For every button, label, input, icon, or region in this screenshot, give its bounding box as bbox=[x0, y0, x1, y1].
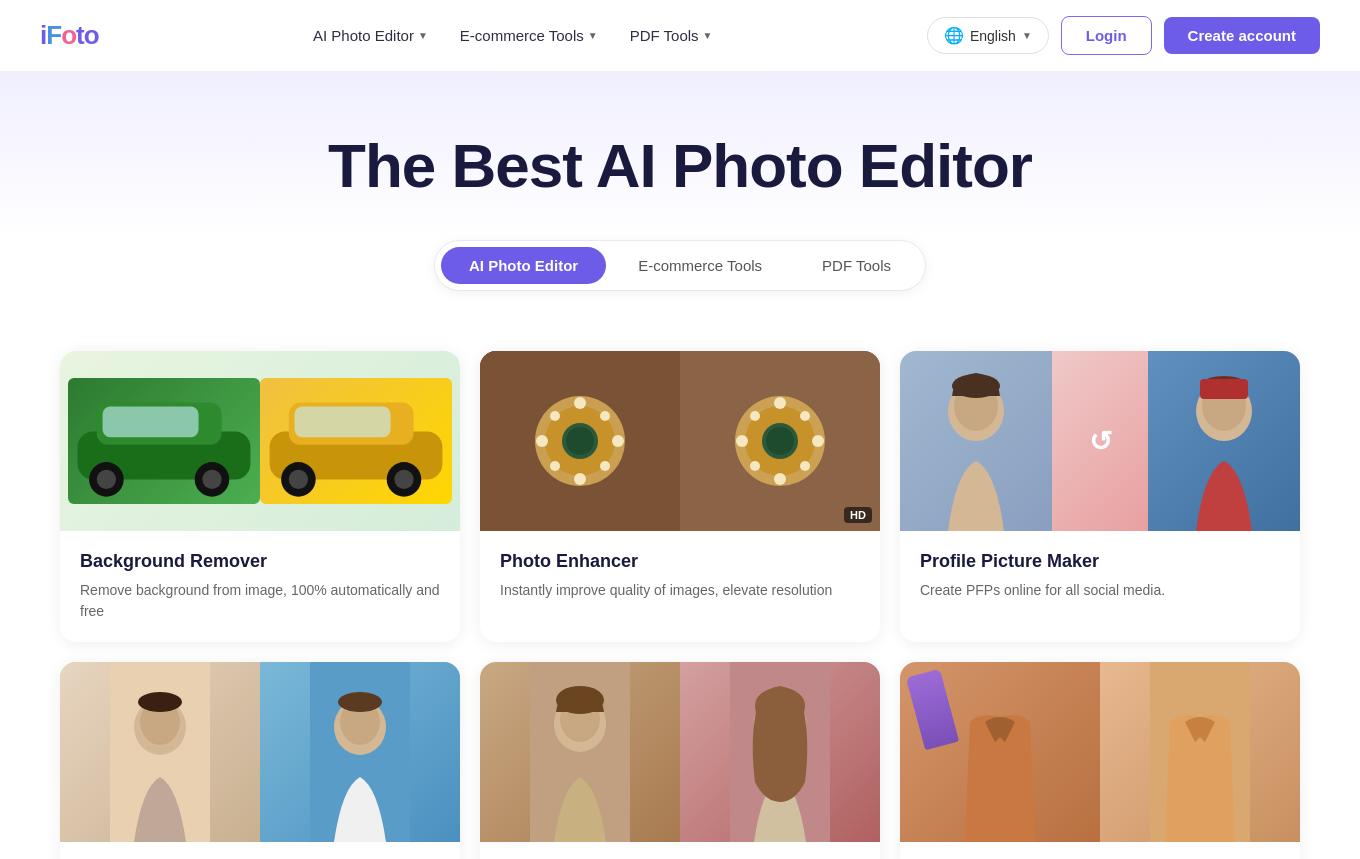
chevron-down-icon: ▼ bbox=[703, 30, 713, 41]
card-image-passport bbox=[60, 662, 460, 842]
svg-point-12 bbox=[394, 470, 413, 489]
cleanup-right bbox=[1100, 662, 1300, 842]
profile-left-panel bbox=[900, 351, 1052, 531]
hd-badge: HD bbox=[844, 507, 872, 523]
card-image-profile-picture: ↺ bbox=[900, 351, 1300, 531]
svg-point-21 bbox=[574, 473, 586, 485]
svg-point-20 bbox=[574, 397, 586, 409]
card-cleanup-pictures[interactable]: Cleanup Pictures Remove unwanted objects… bbox=[900, 662, 1300, 859]
car-right-panel bbox=[260, 378, 452, 504]
passport-image bbox=[60, 662, 460, 842]
chevron-down-icon: ▼ bbox=[418, 30, 428, 41]
svg-point-23 bbox=[612, 435, 624, 447]
nav-link-label: E-commerce Tools bbox=[460, 27, 584, 44]
svg-point-39 bbox=[800, 461, 810, 471]
hero-title: The Best AI Photo Editor bbox=[40, 132, 1320, 200]
svg-point-24 bbox=[550, 411, 560, 421]
logo[interactable]: iFoto bbox=[40, 20, 99, 51]
svg-point-34 bbox=[736, 435, 748, 447]
card-title: Photo Enhancer bbox=[500, 551, 860, 572]
globe-icon: 🌐 bbox=[944, 26, 964, 45]
passport-right bbox=[260, 662, 460, 842]
svg-point-25 bbox=[600, 411, 610, 421]
refresh-icon: ↺ bbox=[1089, 425, 1112, 458]
hairstyle-right bbox=[680, 662, 880, 842]
svg-point-33 bbox=[774, 473, 786, 485]
cleanup-image bbox=[900, 662, 1300, 842]
nav-link-ecommerce-tools[interactable]: E-commerce Tools ▼ bbox=[446, 19, 612, 52]
card-title: Profile Picture Maker bbox=[920, 551, 1280, 572]
cleanup-left bbox=[900, 662, 1100, 842]
card-title: Background Remover bbox=[80, 551, 440, 572]
card-desc: Create PFPs online for all social media. bbox=[920, 580, 1280, 601]
login-button[interactable]: Login bbox=[1061, 16, 1152, 55]
nav-actions: 🌐 English ▼ Login Create account bbox=[927, 16, 1320, 55]
navbar: iFoto AI Photo Editor ▼ E-commerce Tools… bbox=[0, 0, 1360, 72]
card-desc: Remove background from image, 100% autom… bbox=[80, 580, 440, 622]
create-account-button[interactable]: Create account bbox=[1164, 17, 1320, 54]
hero-section: The Best AI Photo Editor AI Photo Editor… bbox=[0, 72, 1360, 351]
nav-link-label: AI Photo Editor bbox=[313, 27, 414, 44]
chevron-down-icon: ▼ bbox=[1022, 30, 1032, 41]
svg-point-38 bbox=[750, 461, 760, 471]
card-desc: Instantly improve quality of images, ele… bbox=[500, 580, 860, 601]
language-selector[interactable]: 🌐 English ▼ bbox=[927, 17, 1049, 54]
category-tabs: AI Photo Editor E-commerce Tools PDF Too… bbox=[434, 240, 926, 291]
svg-point-19 bbox=[566, 427, 594, 455]
tabs-container: AI Photo Editor E-commerce Tools PDF Too… bbox=[40, 240, 1320, 291]
language-label: English bbox=[970, 28, 1016, 44]
card-image-cleanup bbox=[900, 662, 1300, 842]
svg-point-31 bbox=[766, 427, 794, 455]
nav-link-pdf-tools[interactable]: PDF Tools ▼ bbox=[616, 19, 727, 52]
car-left-panel bbox=[68, 378, 260, 504]
tab-pdf-tools[interactable]: PDF Tools bbox=[794, 247, 919, 284]
card-body-photo-enhancer: Photo Enhancer Instantly improve quality… bbox=[480, 531, 880, 621]
passport-left bbox=[60, 662, 260, 842]
card-body-profile-picture-maker: Profile Picture Maker Create PFPs online… bbox=[900, 531, 1300, 621]
card-passport-photo-maker[interactable]: Passport Photo Maker Make passport photo… bbox=[60, 662, 460, 859]
svg-point-27 bbox=[600, 461, 610, 471]
card-image-photo-enhancer: HD bbox=[480, 351, 880, 531]
svg-rect-13 bbox=[295, 407, 391, 438]
svg-point-10 bbox=[289, 470, 308, 489]
card-ai-hairstyle[interactable]: AI Hairstyle Try different hairstyles vi… bbox=[480, 662, 880, 859]
nav-link-label: PDF Tools bbox=[630, 27, 699, 44]
profile-center-panel: ↺ bbox=[1052, 351, 1148, 531]
nav-link-ai-photo-editor[interactable]: AI Photo Editor ▼ bbox=[299, 19, 442, 52]
card-photo-enhancer[interactable]: HD Photo Enhancer Instantly improve qual… bbox=[480, 351, 880, 642]
tab-ai-photo-editor[interactable]: AI Photo Editor bbox=[441, 247, 606, 284]
svg-point-54 bbox=[338, 692, 382, 712]
profile-right-panel bbox=[1148, 351, 1300, 531]
cards-grid: Background Remover Remove background fro… bbox=[60, 351, 1300, 859]
chevron-down-icon: ▼ bbox=[588, 30, 598, 41]
svg-point-37 bbox=[800, 411, 810, 421]
card-body-cleanup-pictures: Cleanup Pictures Remove unwanted objects… bbox=[900, 842, 1300, 859]
svg-rect-46 bbox=[1200, 379, 1248, 399]
nav-links: AI Photo Editor ▼ E-commerce Tools ▼ PDF… bbox=[299, 19, 726, 52]
card-background-remover[interactable]: Background Remover Remove background fro… bbox=[60, 351, 460, 642]
profile-image: ↺ bbox=[900, 351, 1300, 531]
tab-ecommerce-tools[interactable]: E-commerce Tools bbox=[610, 247, 790, 284]
car-image bbox=[60, 351, 460, 531]
card-body-background-remover: Background Remover Remove background fro… bbox=[60, 531, 460, 642]
card-body-ai-hairstyle: AI Hairstyle Try different hairstyles vi… bbox=[480, 842, 880, 859]
hairstyle-image bbox=[480, 662, 880, 842]
svg-rect-6 bbox=[103, 407, 199, 438]
earrings-image: HD bbox=[480, 351, 880, 531]
card-image-background-remover bbox=[60, 351, 460, 531]
svg-point-36 bbox=[750, 411, 760, 421]
card-image-hairstyle bbox=[480, 662, 880, 842]
cards-section: Background Remover Remove background fro… bbox=[0, 351, 1360, 859]
svg-point-32 bbox=[774, 397, 786, 409]
svg-point-26 bbox=[550, 461, 560, 471]
svg-point-22 bbox=[536, 435, 548, 447]
svg-point-3 bbox=[97, 470, 116, 489]
svg-point-50 bbox=[138, 692, 182, 712]
logo-text: iFoto bbox=[40, 20, 99, 50]
svg-point-5 bbox=[202, 470, 221, 489]
card-body-passport-photo: Passport Photo Maker Make passport photo… bbox=[60, 842, 460, 859]
hairstyle-left bbox=[480, 662, 680, 842]
svg-point-35 bbox=[812, 435, 824, 447]
card-profile-picture-maker[interactable]: ↺ Profile Picture Maker Cre bbox=[900, 351, 1300, 642]
